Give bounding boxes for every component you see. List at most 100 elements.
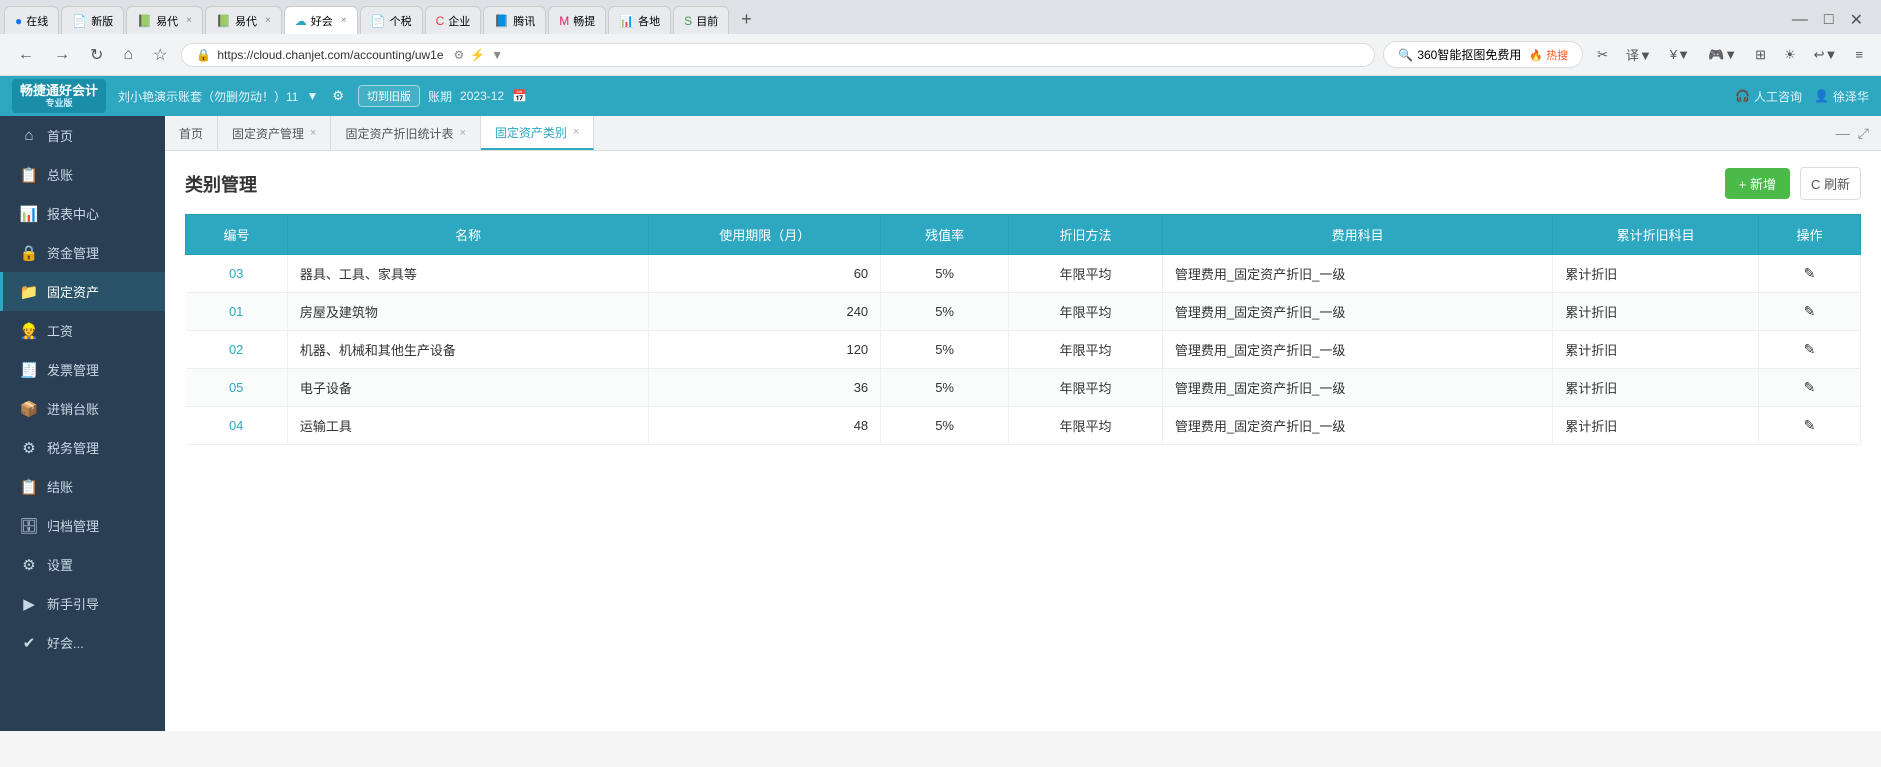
table-row: 02 机器、机械和其他生产设备 120 5% 年限平均 管理费用_固定资产折旧_… (186, 331, 1861, 369)
cell-name: 电子设备 (287, 369, 649, 407)
edit-button[interactable]: ✎ (1759, 407, 1861, 445)
close-icon[interactable]: × (341, 15, 347, 26)
cell-code[interactable]: 04 (186, 407, 288, 445)
edit-button[interactable]: ✎ (1759, 369, 1861, 407)
home-button[interactable]: ⌂ (117, 42, 139, 68)
close-icon[interactable]: × (573, 126, 579, 138)
close-icon[interactable]: × (310, 127, 316, 139)
logo-sub-text: 专业版 (46, 98, 73, 109)
sidebar-item-guide[interactable]: ▶ 新手引导 (0, 584, 165, 623)
app-logo: 畅捷通好会计 专业版 (12, 79, 106, 113)
cell-name: 机器、机械和其他生产设备 (287, 331, 649, 369)
browser-tab-tengxun[interactable]: 📘 腾讯 (483, 6, 546, 34)
dropdown-icon[interactable]: ▼ (491, 48, 503, 62)
app-wrapper: 畅捷通好会计 专业版 刘小艳演示账套（勿删勿动！）11 ▼ ⚙ 切到旧版 账期 … (0, 76, 1881, 731)
new-tab-button[interactable]: + (735, 5, 758, 34)
browser-nav-bar: ← → ↻ ⌂ ☆ 🔒 https://cloud.chanjet.com/ac… (0, 34, 1881, 76)
expand-icon[interactable]: ⤢ (1858, 125, 1869, 142)
cell-code[interactable]: 05 (186, 369, 288, 407)
cell-code[interactable]: 01 (186, 293, 288, 331)
star-button[interactable]: ☆ (147, 41, 173, 69)
calendar-icon[interactable]: 📅 (512, 89, 527, 103)
tab-label: 固定资产类别 (495, 124, 567, 141)
edit-button[interactable]: ✎ (1759, 293, 1861, 331)
sidebar-item-label: 进销台账 (47, 399, 99, 418)
collapse-icon[interactable]: — (1836, 125, 1850, 141)
browser-tab-label: 目前 (696, 13, 718, 29)
sidebar-item-more[interactable]: ✔ 好会... (0, 623, 165, 662)
cell-code[interactable]: 02 (186, 331, 288, 369)
app-content: ⌂ 首页 📋 总账 📊 报表中心 🔒 资金管理 📁 固定资产 👷 工资 (0, 116, 1881, 731)
undo-icon[interactable]: ↩▼ (1808, 44, 1844, 66)
invoice-icon: 🧾 (19, 361, 39, 379)
site-settings-icon[interactable]: ⚙ (454, 48, 465, 62)
browser-tab-label: 在线 (26, 13, 48, 29)
search-bar[interactable]: 🔍 360智能抠图免费用 🔥 热搜 (1383, 41, 1583, 68)
app-tab-home[interactable]: 首页 (165, 116, 218, 150)
sidebar-item-tax[interactable]: ⚙ 税务管理 (0, 428, 165, 467)
browser-tab-haohuiji[interactable]: ☁ 好会 × (284, 6, 358, 34)
add-button[interactable]: + 新增 (1725, 168, 1790, 199)
refresh-button[interactable]: ↻ (84, 41, 109, 69)
switch-version-btn[interactable]: 切到旧版 (358, 85, 420, 107)
sidebar-item-inventory[interactable]: 📦 进销台账 (0, 389, 165, 428)
game-icon[interactable]: 🎮▼ (1702, 44, 1743, 66)
browser-tab-changti[interactable]: M 畅提 (548, 6, 606, 34)
app-tab-fixed-assets-mgmt[interactable]: 固定资产管理 × (218, 116, 331, 150)
sidebar-item-invoice[interactable]: 🧾 发票管理 (0, 350, 165, 389)
table-header-row: 编号 名称 使用期限（月） 残值率 折旧方法 费用科目 累计折旧科目 操作 (186, 215, 1861, 255)
close-icon[interactable]: × (459, 127, 465, 139)
browser-tab-gedi[interactable]: 📊 各地 (608, 6, 671, 34)
cell-code[interactable]: 03 (186, 255, 288, 293)
currency-icon[interactable]: ¥▼ (1664, 44, 1696, 65)
sidebar-item-label: 新手引导 (47, 594, 99, 613)
browser-tab-yidai2[interactable]: 📗 易代 × (205, 6, 282, 34)
sidebar-item-label: 好会... (47, 633, 84, 652)
brightness-icon[interactable]: ☀ (1778, 44, 1802, 66)
close-icon[interactable]: × (265, 15, 271, 26)
browser-tab-online[interactable]: ● 在线 (4, 6, 59, 34)
sidebar-item-home[interactable]: ⌂ 首页 (0, 116, 165, 155)
settlement-icon: 📋 (19, 478, 39, 496)
sidebar-item-reports[interactable]: 📊 报表中心 (0, 194, 165, 233)
maximize-button[interactable]: □ (1818, 6, 1840, 34)
app-tab-depreciation-table[interactable]: 固定资产折旧统计表 × (331, 116, 480, 150)
close-icon[interactable]: × (186, 15, 192, 26)
cut-icon[interactable]: ✂ (1591, 44, 1614, 66)
browser-tab-label: 畅提 (573, 13, 595, 29)
lock-icon: 🔒 (19, 244, 39, 262)
service-btn[interactable]: 🎧 人工咨询 (1735, 88, 1802, 105)
sidebar-item-archive[interactable]: 🗄 归档管理 (0, 506, 165, 545)
sidebar-item-settings[interactable]: ⚙ 设置 (0, 545, 165, 584)
sidebar-item-settlement[interactable]: 📋 结账 (0, 467, 165, 506)
expand-icon[interactable]: ⚡ (470, 48, 485, 62)
sidebar-item-payroll[interactable]: 👷 工资 (0, 311, 165, 350)
sidebar-item-fixed-assets[interactable]: 📁 固定资产 (0, 272, 165, 311)
sidebar-item-general-ledger[interactable]: 📋 总账 (0, 155, 165, 194)
table-row: 01 房屋及建筑物 240 5% 年限平均 管理费用_固定资产折旧_一级 累计折… (186, 293, 1861, 331)
edit-button[interactable]: ✎ (1759, 255, 1861, 293)
browser-tab-muqian[interactable]: S 目前 (673, 6, 729, 34)
back-button[interactable]: ← (12, 42, 40, 68)
close-window-button[interactable]: ✕ (1844, 6, 1869, 34)
user-btn[interactable]: 👤 徐泽华 (1814, 88, 1869, 105)
gear-icon: ⚙ (19, 556, 39, 574)
sidebar-item-label: 设置 (47, 555, 73, 574)
grid-icon[interactable]: ⊞ (1749, 44, 1772, 66)
minimize-button[interactable]: — (1786, 6, 1814, 34)
browser-tab-yidai1[interactable]: 📗 易代 × (126, 6, 203, 34)
browser-tab-qiye[interactable]: C 企业 (425, 6, 482, 34)
settings-icon[interactable]: ⚙ (326, 84, 350, 108)
account-arrow[interactable]: ▼ (306, 89, 318, 103)
address-bar[interactable]: 🔒 https://cloud.chanjet.com/accounting/u… (181, 43, 1375, 67)
refresh-button[interactable]: C 刷新 (1800, 167, 1861, 200)
sidebar-item-fund[interactable]: 🔒 资金管理 (0, 233, 165, 272)
app-tab-category[interactable]: 固定资产类别 × (481, 116, 594, 150)
forward-button[interactable]: → (48, 42, 76, 68)
browser-tab-new[interactable]: 📄 新版 (61, 6, 124, 34)
menu-icon[interactable]: ≡ (1849, 44, 1869, 65)
edit-button[interactable]: ✎ (1759, 331, 1861, 369)
browser-tab-geshui[interactable]: 📄 个税 (360, 6, 423, 34)
col-header-action: 操作 (1759, 215, 1861, 255)
translate-icon[interactable]: 译▼ (1620, 42, 1658, 67)
